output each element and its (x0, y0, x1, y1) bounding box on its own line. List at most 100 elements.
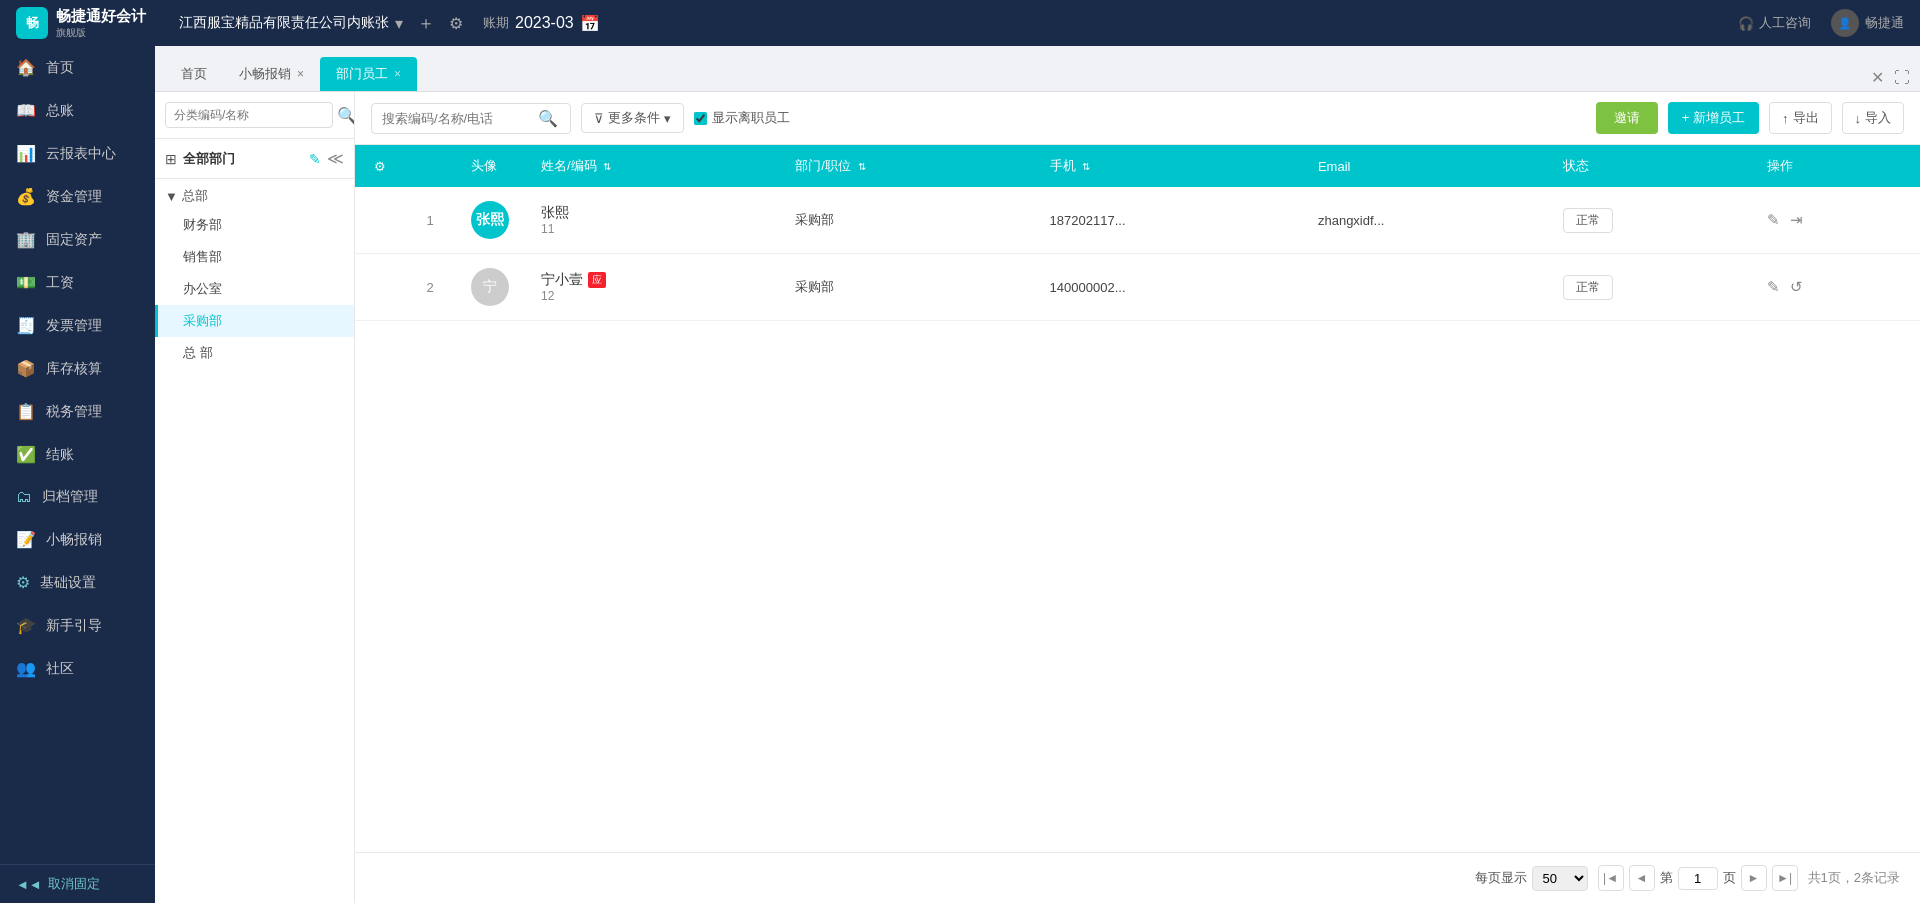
tab-expense[interactable]: 小畅报销 × (223, 57, 320, 91)
tab-expense-close[interactable]: × (297, 67, 304, 81)
settings-nav-icon: ⚙ (16, 573, 30, 592)
filter-button[interactable]: ⊽ 更多条件 ▾ (581, 103, 684, 133)
dept-item-purchasing[interactable]: 采购部 (155, 305, 354, 337)
settlement-icon: ✅ (16, 445, 36, 464)
dept-edit-icon[interactable]: ✎ (309, 151, 321, 167)
first-page-button[interactable]: |◄ (1598, 865, 1624, 891)
dropdown-icon[interactable]: ▾ (395, 14, 403, 33)
sidebar-item-guide[interactable]: 🎓 新手引导 (0, 604, 155, 647)
col-email-header: Email (1302, 145, 1547, 187)
row2-name-code: 宁小壹 应 12 (525, 254, 779, 321)
dept-item-office[interactable]: 办公室 (155, 273, 354, 305)
unpin-button[interactable]: ◄◄ 取消固定 (0, 864, 155, 903)
phone-sort-icon[interactable]: ⇅ (1082, 161, 1090, 172)
dept-item-sales[interactable]: 销售部 (155, 241, 354, 273)
show-resigned-checkbox-wrap[interactable]: 显示离职员工 (694, 109, 790, 127)
content-area: 首页 小畅报销 × 部门员工 × ✕ ⛶ 🔍 (155, 46, 1920, 903)
row1-name-code: 张熙 11 (525, 187, 779, 254)
maximize-icon[interactable]: ⛶ (1894, 69, 1910, 87)
row2-dept: 采购部 (779, 254, 1033, 321)
dept-item-headquarters[interactable]: 总 部 (155, 337, 354, 369)
sidebar-item-home[interactable]: 🏠 首页 (0, 46, 155, 89)
row2-reset-icon[interactable]: ↺ (1790, 278, 1803, 296)
row1-settings (355, 187, 405, 254)
support-button[interactable]: 🎧 人工咨询 (1738, 14, 1811, 32)
user-menu[interactable]: 👤 畅捷通 (1831, 9, 1904, 37)
community-icon: 👥 (16, 659, 36, 678)
employee-search-icon[interactable]: 🔍 (538, 109, 558, 128)
headphone-icon: 🎧 (1738, 16, 1754, 31)
show-resigned-checkbox[interactable] (694, 112, 707, 125)
sidebar-item-general-ledger[interactable]: 📖 总账 (0, 89, 155, 132)
col-settings-icon[interactable]: ⚙ (374, 159, 386, 174)
dept-item-finance[interactable]: 财务部 (155, 209, 354, 241)
close-window-icon[interactable]: ✕ (1871, 68, 1884, 87)
tab-bar-right: ✕ ⛶ (1871, 68, 1910, 91)
dept-root-section: ▼ 总部 (155, 179, 354, 209)
guide-icon: 🎓 (16, 616, 36, 635)
col-settings-header: ⚙ (355, 145, 405, 187)
employees-area: 🔍 ⊽ 更多条件 ▾ 显示离职员工 邀请 + 新增员工 (355, 92, 1920, 903)
page-size-dropdown[interactable]: 50 20 100 (1532, 866, 1588, 891)
sidebar-item-archive[interactable]: 🗂 归档管理 (0, 476, 155, 518)
sidebar-item-invoice[interactable]: 🧾 发票管理 (0, 304, 155, 347)
next-page-button[interactable]: ► (1741, 865, 1767, 891)
dept-search-icon[interactable]: 🔍 (337, 106, 355, 125)
import-icon: ↓ (1855, 111, 1862, 126)
tab-home[interactable]: 首页 (165, 57, 223, 91)
dept-search-input[interactable] (165, 102, 333, 128)
sidebar-item-community[interactable]: 👥 社区 (0, 647, 155, 690)
sidebar-item-settlement[interactable]: ✅ 结账 (0, 433, 155, 476)
col-dept-header: 部门/职位 ⇅ (779, 145, 1033, 187)
dept-collapse-icon[interactable]: ≪ (327, 149, 344, 168)
invoice-icon: 🧾 (16, 316, 36, 335)
sidebar-item-inventory[interactable]: 📦 库存核算 (0, 347, 155, 390)
sidebar-item-expense[interactable]: 📝 小畅报销 (0, 518, 155, 561)
invite-button[interactable]: 邀请 (1596, 102, 1658, 134)
col-status-header: 状态 (1547, 145, 1751, 187)
tax-icon: 📋 (16, 402, 36, 421)
add-account-button[interactable]: ＋ (417, 11, 435, 35)
prev-page-button[interactable]: ◄ (1629, 865, 1655, 891)
row2-num: 2 (405, 254, 455, 321)
employees-toolbar: 🔍 ⊽ 更多条件 ▾ 显示离职员工 邀请 + 新增员工 (355, 92, 1920, 145)
archive-icon: 🗂 (16, 488, 32, 506)
sidebar-item-fixed-assets[interactable]: 🏢 固定资产 (0, 218, 155, 261)
period-label: 账期 (483, 14, 509, 32)
grid-icon: ⊞ (165, 151, 177, 167)
row2-edit-icon[interactable]: ✎ (1767, 278, 1780, 296)
sidebar-item-reports[interactable]: 📊 云报表中心 (0, 132, 155, 175)
row1-logout-icon[interactable]: ⇥ (1790, 211, 1803, 229)
pagination: 每页显示 50 20 100 |◄ ◄ 第 页 (355, 852, 1920, 903)
employee-search-box: 🔍 (371, 103, 571, 134)
home-icon: 🏠 (16, 58, 36, 77)
salary-icon: 💵 (16, 273, 36, 292)
row2-phone: 140000002... (1034, 254, 1302, 321)
row2-actions: ✎ ↺ (1751, 254, 1920, 321)
calendar-icon[interactable]: 📅 (580, 14, 600, 33)
sidebar-item-funds[interactable]: 💰 资金管理 (0, 175, 155, 218)
last-page-button[interactable]: ►| (1772, 865, 1798, 891)
settings-icon[interactable]: ⚙ (449, 14, 463, 33)
name-sort-icon[interactable]: ⇅ (603, 161, 611, 172)
row1-edit-icon[interactable]: ✎ (1767, 211, 1780, 229)
table-row: 1 张熙 张熙 (355, 187, 1920, 254)
col-name-header: 姓名/编码 ⇅ (525, 145, 779, 187)
tab-department-close[interactable]: × (394, 67, 401, 81)
dept-search-area: 🔍 (155, 92, 354, 139)
main-layout: 🏠 首页 📖 总账 📊 云报表中心 💰 资金管理 🏢 固定资产 💵 工资 🧾 发… (0, 46, 1920, 903)
sidebar-item-salary[interactable]: 💵 工资 (0, 261, 155, 304)
row2-avatar-circle: 宁 (471, 268, 509, 306)
add-employee-button[interactable]: + 新增员工 (1668, 102, 1759, 134)
page-number-input[interactable] (1678, 867, 1718, 890)
tab-department[interactable]: 部门员工 × (320, 57, 417, 91)
sidebar-item-tax[interactable]: 📋 税务管理 (0, 390, 155, 433)
export-button[interactable]: ↑ 导出 (1769, 102, 1832, 134)
sidebar-item-settings[interactable]: ⚙ 基础设置 (0, 561, 155, 604)
row2-status: 正常 (1547, 254, 1751, 321)
row1-avatar-circle: 张熙 (471, 201, 509, 239)
sidebar: 🏠 首页 📖 总账 📊 云报表中心 💰 资金管理 🏢 固定资产 💵 工资 🧾 发… (0, 46, 155, 903)
dept-sort-icon[interactable]: ⇅ (858, 161, 866, 172)
employee-search-input[interactable] (382, 111, 532, 126)
import-button[interactable]: ↓ 导入 (1842, 102, 1905, 134)
